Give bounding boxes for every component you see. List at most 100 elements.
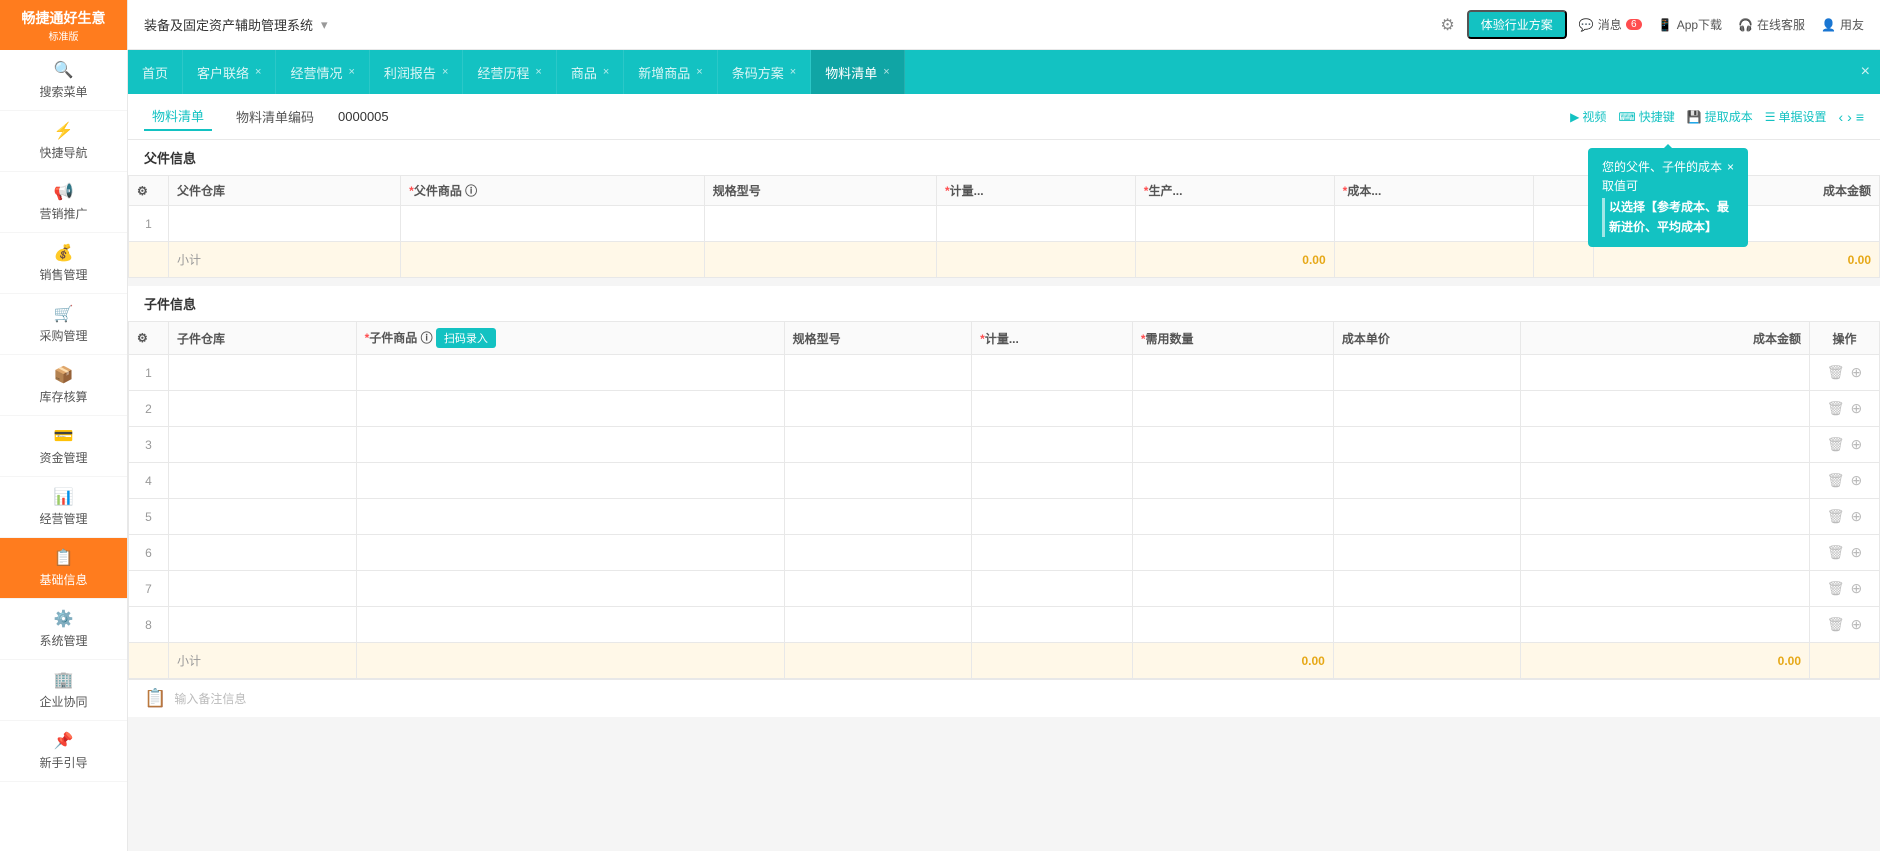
tab-history[interactable]: 经营历程 × [463,50,556,94]
delete-row-7-btn[interactable]: 🗑 [1827,580,1845,597]
tab-customer[interactable]: 客户联络 × [183,50,276,94]
child-cell-unit-cost-8[interactable] [1333,607,1521,643]
sidebar-item-quick-nav[interactable]: ⚡ 快捷导航 [0,111,127,172]
child-cell-goods-7[interactable] [356,571,784,607]
sidebar-item-marketing[interactable]: 📢 营销推广 [0,172,127,233]
delete-row-8-btn[interactable]: 🗑 [1827,616,1845,633]
list-view-btn[interactable]: ≡ [1856,109,1864,125]
child-cell-warehouse-8[interactable] [169,607,357,643]
copy-row-7-btn[interactable]: ⊕ [1851,580,1863,597]
delete-row-5-btn[interactable]: 🗑 [1827,508,1845,525]
extract-cost-btn[interactable]: 💾 提取成本 [1687,108,1753,125]
parent-col-settings[interactable]: ⚙ [129,176,169,206]
child-cell-qty-unit-4[interactable] [972,463,1133,499]
delete-row-3-btn[interactable]: 🗑 [1827,436,1845,453]
close-tab-profit[interactable]: × [442,66,448,78]
parent-cell-produce-1[interactable] [1135,206,1334,242]
copy-row-5-btn[interactable]: ⊕ [1851,508,1863,525]
user-item[interactable]: 👤 用友 [1821,16,1864,33]
child-cell-goods-4[interactable] [356,463,784,499]
child-cell-amount-7[interactable] [1521,571,1810,607]
tab-profit[interactable]: 利润报告 × [370,50,463,94]
delete-row-2-btn[interactable]: 🗑 [1827,400,1845,417]
parent-cell-goods-1[interactable] [401,206,705,242]
child-cell-needed-qty-4[interactable] [1132,463,1333,499]
child-cell-qty-unit-5[interactable] [972,499,1133,535]
sidebar-item-inventory[interactable]: 📦 库存核算 [0,355,127,416]
child-cell-spec-8[interactable] [784,607,972,643]
child-cell-qty-unit-2[interactable] [972,391,1133,427]
tab-business[interactable]: 经营情况 × [276,50,369,94]
child-cell-needed-qty-1[interactable] [1132,355,1333,391]
page-next-btn[interactable]: › [1847,109,1852,125]
shortcut-btn[interactable]: ⌨ 快捷键 [1618,108,1674,125]
child-cell-goods-2[interactable] [356,391,784,427]
sidebar-item-purchase[interactable]: 🛒 采购管理 [0,294,127,355]
child-cell-warehouse-1[interactable] [169,355,357,391]
parent-cell-spec-1[interactable] [704,206,936,242]
copy-row-2-btn[interactable]: ⊕ [1851,400,1863,417]
parent-cell-qty-1[interactable] [936,206,1135,242]
child-cell-needed-qty-7[interactable] [1132,571,1333,607]
child-cell-qty-unit-6[interactable] [972,535,1133,571]
scan-input-btn[interactable]: 扫码录入 [436,328,496,348]
child-cell-unit-cost-7[interactable] [1333,571,1521,607]
sidebar-item-enterprise[interactable]: 🏢 企业协同 [0,660,127,721]
child-cell-spec-7[interactable] [784,571,972,607]
copy-row-4-btn[interactable]: ⊕ [1851,472,1863,489]
child-cell-spec-5[interactable] [784,499,972,535]
child-cell-warehouse-4[interactable] [169,463,357,499]
child-cell-amount-5[interactable] [1521,499,1810,535]
copy-row-1-btn[interactable]: ⊕ [1851,364,1863,381]
child-cell-goods-8[interactable] [356,607,784,643]
child-cell-needed-qty-5[interactable] [1132,499,1333,535]
child-cell-warehouse-7[interactable] [169,571,357,607]
child-cell-unit-cost-5[interactable] [1333,499,1521,535]
close-tab-history[interactable]: × [535,66,541,78]
child-cell-warehouse-6[interactable] [169,535,357,571]
child-cell-goods-1[interactable] [356,355,784,391]
close-tab-business[interactable]: × [348,66,354,78]
child-cell-spec-6[interactable] [784,535,972,571]
child-cell-spec-1[interactable] [784,355,972,391]
sidebar-item-guide[interactable]: 📌 新手引导 [0,721,127,782]
child-cell-unit-cost-3[interactable] [1333,427,1521,463]
child-cell-unit-cost-2[interactable] [1333,391,1521,427]
copy-row-3-btn[interactable]: ⊕ [1851,436,1863,453]
delete-row-1-btn[interactable]: 🗑 [1827,364,1845,381]
child-cell-goods-3[interactable] [356,427,784,463]
delete-row-6-btn[interactable]: 🗑 [1827,544,1845,561]
online-service-item[interactable]: 🎧 在线客服 [1738,16,1805,33]
child-cell-amount-4[interactable] [1521,463,1810,499]
parent-cell-cost-1[interactable] [1334,206,1533,242]
sidebar-item-basic[interactable]: 📋 基础信息 [0,538,127,599]
child-cell-amount-1[interactable] [1521,355,1810,391]
tab-goods[interactable]: 商品 × [557,50,624,94]
child-cell-goods-6[interactable] [356,535,784,571]
child-cell-qty-unit-1[interactable] [972,355,1133,391]
tab-bom[interactable]: 物料清单 × [811,50,904,94]
note-text[interactable]: 输入备注信息 [174,690,246,707]
child-cell-amount-8[interactable] [1521,607,1810,643]
sidebar-item-sales[interactable]: 💰 销售管理 [0,233,127,294]
video-btn[interactable]: ▶ 视频 [1570,108,1606,125]
child-cell-spec-3[interactable] [784,427,972,463]
tab-new-goods[interactable]: 新增商品 × [624,50,717,94]
child-cell-needed-qty-8[interactable] [1132,607,1333,643]
child-col-settings[interactable]: ⚙ [129,322,169,355]
child-cell-unit-cost-4[interactable] [1333,463,1521,499]
child-cell-amount-6[interactable] [1521,535,1810,571]
child-cell-warehouse-3[interactable] [169,427,357,463]
child-cell-needed-qty-3[interactable] [1132,427,1333,463]
single-setting-btn[interactable]: ☰ 单据设置 [1765,108,1827,125]
child-cell-qty-unit-3[interactable] [972,427,1133,463]
child-cell-warehouse-5[interactable] [169,499,357,535]
trial-button[interactable]: 体验行业方案 [1467,10,1567,39]
child-cell-qty-unit-7[interactable] [972,571,1133,607]
tab-barcode[interactable]: 条码方案 × [718,50,811,94]
sidebar-item-search[interactable]: 🔍 搜索菜单 [0,50,127,111]
child-cell-amount-3[interactable] [1521,427,1810,463]
app-download-item[interactable]: 📱 App下载 [1658,16,1722,33]
child-cell-needed-qty-2[interactable] [1132,391,1333,427]
close-tab-customer[interactable]: × [255,66,261,78]
